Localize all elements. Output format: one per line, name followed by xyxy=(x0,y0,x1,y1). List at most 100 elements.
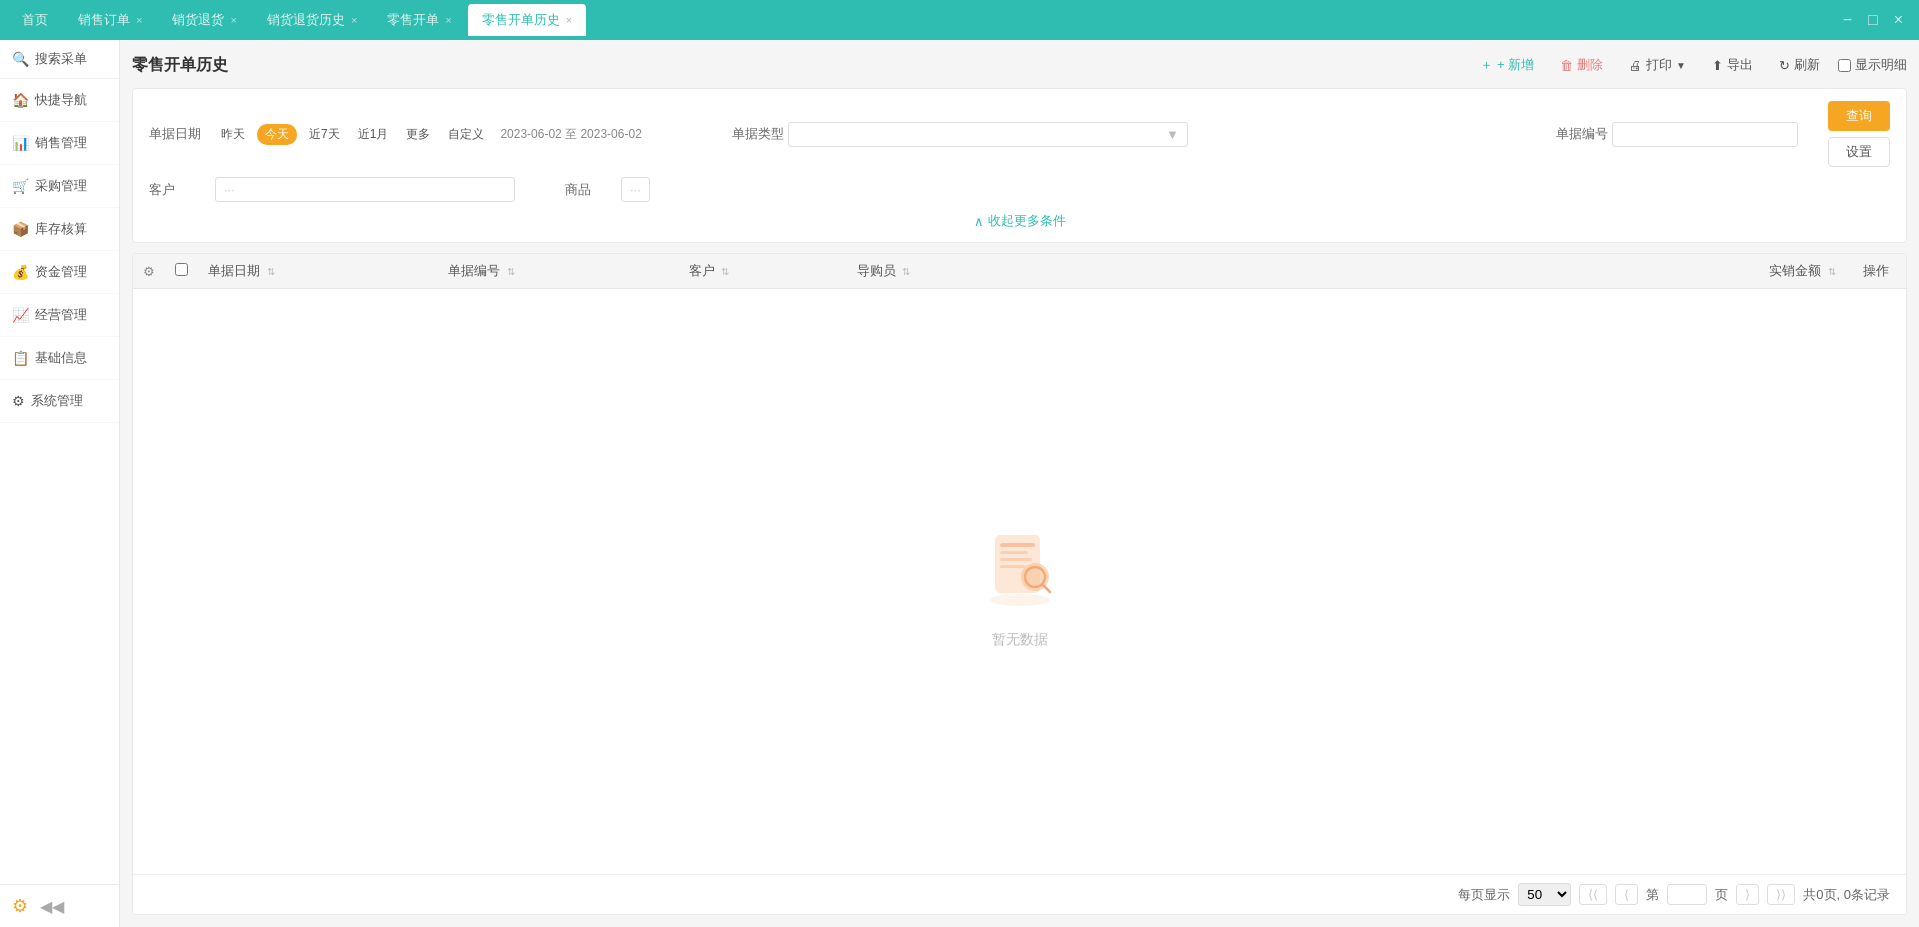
operations-icon: 📈 xyxy=(12,307,29,323)
per-page-select[interactable]: 50 20 100 xyxy=(1518,883,1571,906)
tab-home[interactable]: 首页 xyxy=(8,4,62,36)
product-label: 商品 xyxy=(565,181,621,199)
filter-row-date: 单据日期 昨天 今天 近7天 近1月 更多 自定义 2023-06-02 至 2… xyxy=(149,101,1890,167)
tab-retail-open-history[interactable]: 零售开单历史 × xyxy=(468,4,586,36)
delete-button[interactable]: 🗑 删除 xyxy=(1552,52,1611,78)
close-tab-sales-return-history[interactable]: × xyxy=(351,14,357,26)
col-no[interactable]: 单据编号 ⇅ xyxy=(438,254,678,289)
col-date[interactable]: 单据日期 ⇅ xyxy=(198,254,438,289)
home-icon: 🏠 xyxy=(12,92,29,108)
pagination: 每页显示 50 20 100 ⟨⟨ ⟨ 第 1 页 ⟩ ⟩⟩ 共0页, 0条记录 xyxy=(133,874,1906,914)
close-tab-retail-open-history[interactable]: × xyxy=(566,14,572,26)
sidebar-item-inventory[interactable]: 📦 库存核算 xyxy=(0,208,119,251)
sidebar-bottom: ⚙ ◀◀ xyxy=(0,884,119,927)
settings-gear-icon[interactable]: ⚙ xyxy=(12,895,28,917)
close-btn[interactable]: × xyxy=(1886,11,1911,29)
date-1month[interactable]: 近1月 xyxy=(352,124,395,145)
customer-select[interactable]: ··· xyxy=(215,177,515,202)
doc-type-select[interactable]: ▼ xyxy=(788,122,1188,147)
col-amount[interactable]: 实销金额 ⇅ xyxy=(1606,254,1846,289)
finance-icon: 💰 xyxy=(12,264,29,280)
sidebar-item-finance[interactable]: 💰 资金管理 xyxy=(0,251,119,294)
tab-sales-order[interactable]: 销售订单 × xyxy=(64,4,156,36)
table-settings-icon[interactable]: ⚙ xyxy=(143,264,155,279)
maximize-btn[interactable]: □ xyxy=(1860,11,1886,29)
col-customer[interactable]: 客户 ⇅ xyxy=(679,254,847,289)
system-icon: ⚙ xyxy=(12,393,25,409)
toolbar: ＋ + 新增 🗑 删除 🖨 打印 ▼ ⬆ 导出 ↻ xyxy=(1472,52,1907,78)
doc-type-label: 单据类型 xyxy=(732,125,788,143)
query-button[interactable]: 查询 xyxy=(1828,101,1890,131)
col-guide[interactable]: 导购员 ⇅ xyxy=(847,254,1051,289)
minimize-btn[interactable]: − xyxy=(1835,11,1860,29)
select-all-checkbox[interactable] xyxy=(175,263,188,276)
close-tab-sales-order[interactable]: × xyxy=(136,14,142,26)
first-page-btn[interactable]: ⟨⟨ xyxy=(1579,884,1607,905)
sort-date-icon: ⇅ xyxy=(267,266,275,277)
sidebar-item-quick-nav[interactable]: 🏠 快捷导航 xyxy=(0,79,119,122)
filter-more-conditions[interactable]: ∧ 收起更多条件 xyxy=(149,212,1890,230)
last-page-btn[interactable]: ⟩⟩ xyxy=(1767,884,1795,905)
customer-label: 客户 xyxy=(149,181,205,199)
sidebar-item-basic-info[interactable]: 📋 基础信息 xyxy=(0,337,119,380)
date-yesterday[interactable]: 昨天 xyxy=(215,124,251,145)
data-table: ⚙ 单据日期 ⇅ 单据编号 ⇅ xyxy=(133,254,1906,289)
sidebar-item-purchase-mgmt[interactable]: 🛒 采购管理 xyxy=(0,165,119,208)
display-detail-checkbox[interactable] xyxy=(1838,59,1851,72)
export-icon: ⬆ xyxy=(1712,58,1723,73)
sidebar-item-sales-mgmt[interactable]: 📊 销售管理 xyxy=(0,122,119,165)
date-custom[interactable]: 自定义 xyxy=(442,124,490,145)
product-select[interactable]: ··· xyxy=(621,177,650,202)
tab-sales-return[interactable]: 销货退货 × xyxy=(158,4,250,36)
collapse-icon: ∧ xyxy=(974,214,984,229)
add-icon: ＋ xyxy=(1480,56,1493,74)
sidebar-item-operations[interactable]: 📈 经营管理 xyxy=(0,294,119,337)
print-button[interactable]: 🖨 打印 ▼ xyxy=(1621,52,1694,78)
col-checkbox[interactable] xyxy=(165,254,198,289)
sidebar-search[interactable]: 🔍 搜索采单 xyxy=(0,40,119,79)
sort-amount-icon: ⇅ xyxy=(1828,266,1836,277)
date-today[interactable]: 今天 xyxy=(257,124,297,145)
next-page-btn[interactable]: ⟩ xyxy=(1736,884,1759,905)
basic-info-icon: 📋 xyxy=(12,350,29,366)
doc-no-group: 单据编号 xyxy=(1556,122,1798,147)
date-label: 单据日期 xyxy=(149,125,205,143)
sales-icon: 📊 xyxy=(12,135,29,151)
refresh-button[interactable]: ↻ 刷新 xyxy=(1771,52,1828,78)
tab-sales-return-history[interactable]: 销货退货历史 × xyxy=(253,4,371,36)
page-title: 零售开单历史 xyxy=(132,55,1472,76)
prev-page-btn[interactable]: ⟨ xyxy=(1615,884,1638,905)
svg-rect-3 xyxy=(1000,551,1028,554)
collapse-sidebar-icon[interactable]: ◀◀ xyxy=(40,897,64,916)
table-header-row: ⚙ 单据日期 ⇅ 单据编号 ⇅ xyxy=(133,254,1906,289)
empty-text: 暂无数据 xyxy=(992,631,1048,649)
add-button[interactable]: ＋ + 新增 xyxy=(1472,52,1542,78)
sidebar: 🔍 搜索采单 🏠 快捷导航 📊 销售管理 🛒 采购管理 📦 库存核算 💰 xyxy=(0,40,120,927)
doc-no-input[interactable] xyxy=(1612,122,1798,147)
close-tab-sales-return[interactable]: × xyxy=(230,14,236,26)
sidebar-item-system[interactable]: ⚙ 系统管理 xyxy=(0,380,119,423)
table-container: ⚙ 单据日期 ⇅ 单据编号 ⇅ xyxy=(132,253,1907,915)
close-tab-retail-open[interactable]: × xyxy=(445,14,451,26)
col-empty xyxy=(1051,254,1606,289)
date-7days[interactable]: 近7天 xyxy=(303,124,346,145)
purchase-icon: 🛒 xyxy=(12,178,29,194)
empty-icon xyxy=(970,515,1070,615)
page-input[interactable]: 1 xyxy=(1667,884,1707,905)
col-settings[interactable]: ⚙ xyxy=(133,254,165,289)
doc-no-label: 单据编号 xyxy=(1556,125,1612,143)
display-detail-button[interactable]: 显示明细 xyxy=(1838,56,1907,74)
col-action: 操作 xyxy=(1846,254,1906,289)
tab-bar: 首页 销售订单 × 销货退货 × 销货退货历史 × 零售开单 × 零售开单历史 … xyxy=(0,0,1919,40)
search-icon: 🔍 xyxy=(12,51,29,67)
date-more[interactable]: 更多 xyxy=(400,124,436,145)
sort-customer-icon: ⇅ xyxy=(721,266,729,277)
svg-point-0 xyxy=(990,594,1050,606)
print-dropdown-icon: ▼ xyxy=(1676,60,1686,71)
setting-button[interactable]: 设置 xyxy=(1828,137,1890,167)
tab-retail-open[interactable]: 零售开单 × xyxy=(373,4,465,36)
sort-no-icon: ⇅ xyxy=(507,266,515,277)
export-button[interactable]: ⬆ 导出 xyxy=(1704,52,1761,78)
main-layout: 🔍 搜索采单 🏠 快捷导航 📊 销售管理 🛒 采购管理 📦 库存核算 💰 xyxy=(0,40,1919,927)
delete-icon: 🗑 xyxy=(1560,58,1573,73)
